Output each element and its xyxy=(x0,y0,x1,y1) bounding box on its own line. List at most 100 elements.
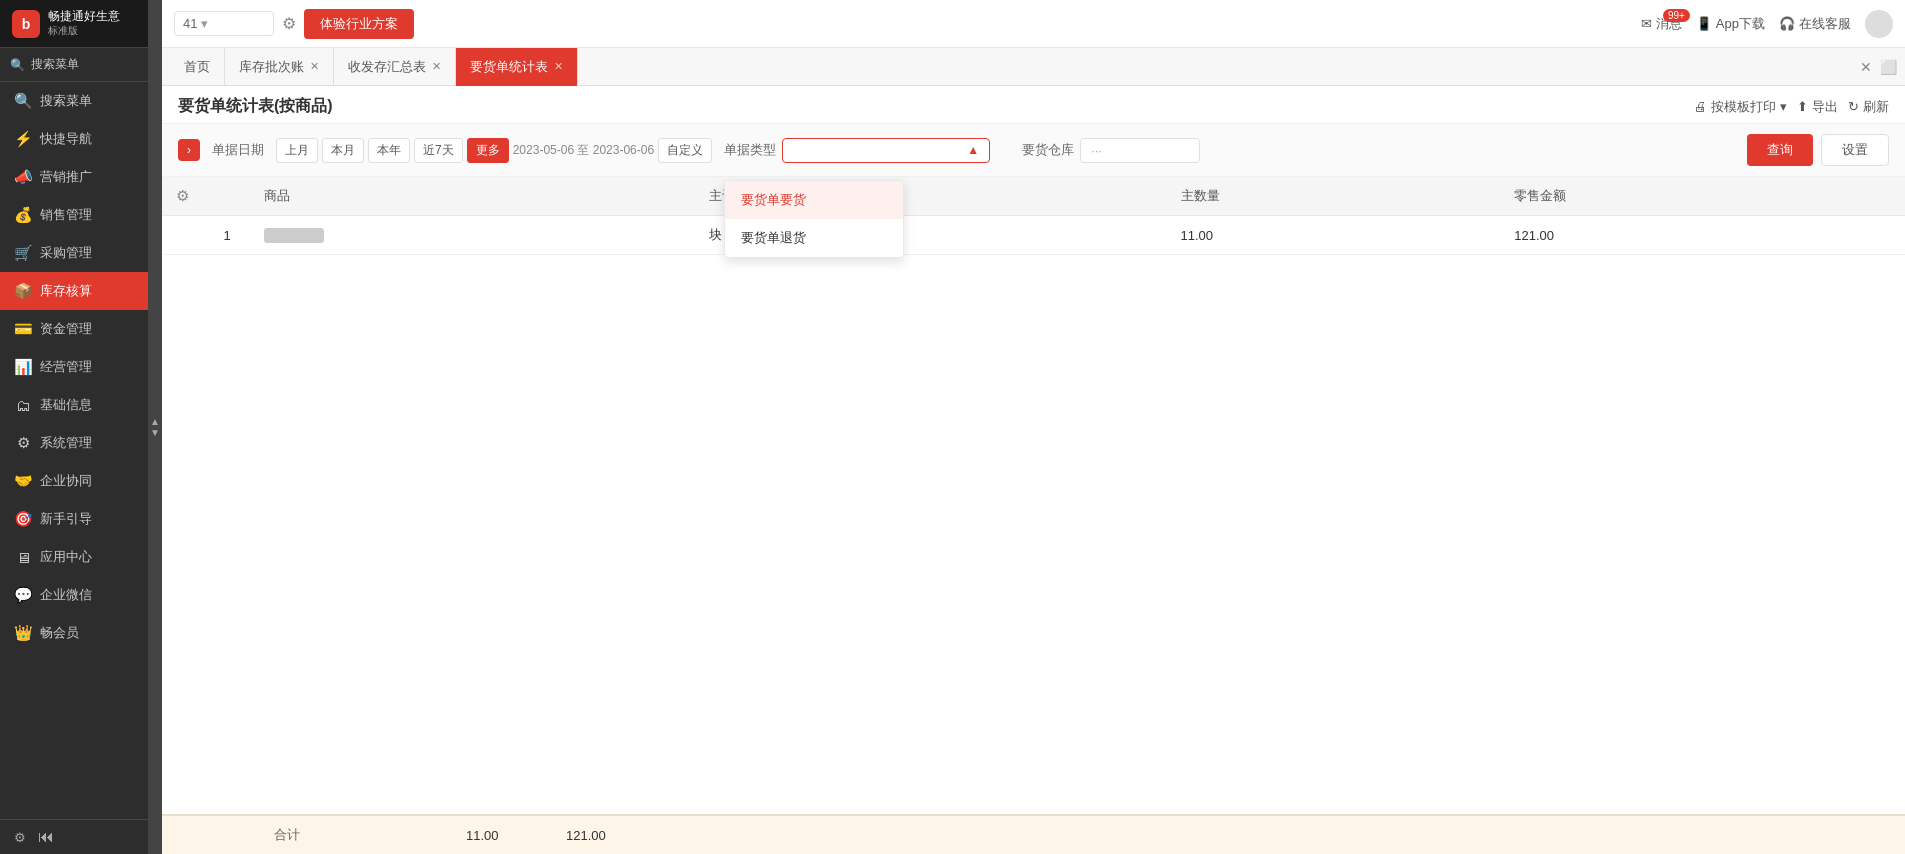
date-custom-button[interactable]: 自定义 xyxy=(658,138,712,163)
table-header-row: ⚙ 商品 主计量单位 主数量 零售金额 xyxy=(162,177,1905,216)
sidebar-item-sales[interactable]: 💰 销售管理 xyxy=(0,196,148,234)
sidebar-item-cooperation[interactable]: 🤝 企业协同 xyxy=(0,462,148,500)
tab-home[interactable]: 首页 xyxy=(170,48,225,86)
date-more-button[interactable]: 更多 xyxy=(467,138,509,163)
warehouse-more-icon[interactable]: ··· xyxy=(1091,143,1102,158)
user-avatar[interactable] xyxy=(1865,10,1893,38)
sidebar-search[interactable]: 🔍 搜索菜单 xyxy=(0,48,148,82)
filter-expand-button[interactable]: › xyxy=(178,139,200,161)
sidebar-item-purchase[interactable]: 🛒 采购管理 xyxy=(0,234,148,272)
date-last-month-button[interactable]: 上月 xyxy=(276,138,318,163)
member-icon: 👑 xyxy=(14,624,32,642)
sidebar: b 畅捷通好生意 标准版 🔍 搜索菜单 🔍 搜索菜单 ⚡ 快捷导航 📣 营销推广… xyxy=(0,0,148,854)
basic-icon: 🗂 xyxy=(14,397,32,414)
refresh-button[interactable]: ↻ 刷新 xyxy=(1848,98,1889,116)
tab-receive-send[interactable]: 收发存汇总表 ✕ xyxy=(334,48,456,86)
cooperation-icon: 🤝 xyxy=(14,472,32,490)
inventory-icon: 📦 xyxy=(14,282,32,300)
collapse-icon[interactable]: ⏮ xyxy=(38,828,54,846)
topbar-gear-icon[interactable]: ⚙ xyxy=(282,14,296,33)
main-area: 41 ▾ ⚙ 体验行业方案 ✉ 消息 99+ 📱 App下载 🎧 在线客服 xyxy=(162,0,1905,854)
page-title: 要货单统计表(按商品) xyxy=(178,96,333,117)
sidebar-item-basic[interactable]: 🗂 基础信息 xyxy=(0,386,148,424)
tab-close-all-icon[interactable]: ✕ xyxy=(1860,59,1872,75)
topbar: 41 ▾ ⚙ 体验行业方案 ✉ 消息 99+ 📱 App下载 🎧 在线客服 xyxy=(162,0,1905,48)
message-icon: ✉ xyxy=(1641,16,1652,31)
operations-icon: 📊 xyxy=(14,358,32,376)
quicknav-icon: ⚡ xyxy=(14,130,32,148)
sidebar-logo: b 畅捷通好生意 标准版 xyxy=(0,0,148,48)
dropdown-item-requisition[interactable]: 要货单要货 xyxy=(725,181,903,219)
sidebar-scroll[interactable]: ▲▼ xyxy=(148,0,162,854)
date-filter-label: 单据日期 xyxy=(212,141,264,159)
tab-batch[interactable]: 库存批次账 ✕ xyxy=(225,48,334,86)
sidebar-item-wechat[interactable]: 💬 企业微信 xyxy=(0,576,148,614)
sidebar-item-guide[interactable]: 🎯 新手引导 xyxy=(0,500,148,538)
sidebar-item-app-center[interactable]: 🖥 应用中心 xyxy=(0,538,148,576)
app-logo-icon: b xyxy=(12,10,40,38)
tab-batch-close[interactable]: ✕ xyxy=(310,60,319,73)
print-button[interactable]: 🖨 按模板打印 ▾ xyxy=(1694,98,1787,116)
sidebar-item-quick-nav[interactable]: ⚡ 快捷导航 xyxy=(0,120,148,158)
topbar-left: 41 ▾ ⚙ 体验行业方案 xyxy=(174,9,1631,39)
warehouse-filter-label: 要货仓库 xyxy=(1022,141,1074,159)
wechat-icon: 💬 xyxy=(14,586,32,604)
search-icon: 🔍 xyxy=(10,58,25,72)
table-header-num xyxy=(202,177,252,216)
query-button[interactable]: 查询 xyxy=(1747,134,1813,166)
industry-plan-button[interactable]: 体验行业方案 xyxy=(304,9,414,39)
topbar-right: ✉ 消息 99+ 📱 App下载 🎧 在线客服 xyxy=(1641,10,1893,38)
type-filter-input[interactable] xyxy=(793,143,961,158)
purchase-icon: 🛒 xyxy=(14,244,32,262)
settings-button[interactable]: 设置 xyxy=(1821,134,1889,166)
refresh-icon: ↻ xyxy=(1848,99,1859,114)
sidebar-item-system[interactable]: ⚙ 系统管理 xyxy=(0,424,148,462)
online-service-button[interactable]: 🎧 在线客服 xyxy=(1779,15,1851,33)
print-chevron-icon: ▾ xyxy=(1780,99,1787,114)
sidebar-nav: 🔍 搜索菜单 ⚡ 快捷导航 📣 营销推广 💰 销售管理 🛒 采购管理 📦 库存核… xyxy=(0,82,148,819)
guide-icon: 🎯 xyxy=(14,510,32,528)
table-area: ⚙ 商品 主计量单位 主数量 零售金额 1 xyxy=(162,177,1905,814)
export-button[interactable]: ⬆ 导出 xyxy=(1797,98,1838,116)
column-settings-icon[interactable]: ⚙ xyxy=(176,187,189,204)
date-7days-button[interactable]: 近7天 xyxy=(414,138,463,163)
date-this-year-button[interactable]: 本年 xyxy=(368,138,410,163)
service-icon: 🎧 xyxy=(1779,16,1795,31)
table-header-settings: ⚙ xyxy=(162,177,202,216)
tab-maximize-icon[interactable]: ⬜ xyxy=(1880,59,1897,75)
sidebar-item-inventory[interactable]: 📦 库存核算 xyxy=(0,272,148,310)
type-filter-label: 单据类型 xyxy=(724,141,776,159)
type-filter-select[interactable]: ▲ xyxy=(782,138,990,163)
footer-label: 合计 xyxy=(174,826,454,844)
marketing-icon: 📣 xyxy=(14,168,32,186)
sidebar-item-finance[interactable]: 💳 资金管理 xyxy=(0,310,148,348)
date-this-month-button[interactable]: 本月 xyxy=(322,138,364,163)
app-download-button[interactable]: 📱 App下载 xyxy=(1696,15,1765,33)
sidebar-item-marketing[interactable]: 📣 营销推广 xyxy=(0,158,148,196)
sidebar-item-member[interactable]: 👑 畅会员 xyxy=(0,614,148,652)
tab-requisition-stats[interactable]: 要货单统计表 ✕ xyxy=(456,48,578,86)
messages-badge: 99+ xyxy=(1663,9,1690,22)
footer-amount: 121.00 xyxy=(554,828,654,843)
tab-receive-send-close[interactable]: ✕ xyxy=(432,60,441,73)
finance-icon: 💳 xyxy=(14,320,32,338)
messages-button[interactable]: ✉ 消息 99+ xyxy=(1641,15,1682,33)
tab-requisition-stats-close[interactable]: ✕ xyxy=(554,60,563,73)
type-chevron-up-icon[interactable]: ▲ xyxy=(967,143,979,157)
sidebar-item-operations[interactable]: 📊 经营管理 xyxy=(0,348,148,386)
row-settings-cell xyxy=(162,216,202,255)
export-icon: ⬆ xyxy=(1797,99,1808,114)
content-area: 要货单统计表(按商品) 🖨 按模板打印 ▾ ⬆ 导出 ↻ 刷新 › xyxy=(162,86,1905,854)
dropdown-item-return[interactable]: 要货单退货 xyxy=(725,219,903,257)
print-icon: 🖨 xyxy=(1694,99,1707,114)
search-icon: 🔍 xyxy=(14,92,32,110)
chevron-down-icon: ▾ xyxy=(201,16,208,31)
row-quantity-cell: 11.00 xyxy=(1169,216,1503,255)
product-name-blurred xyxy=(264,228,324,243)
settings-footer-icon[interactable]: ⚙ xyxy=(14,830,26,845)
appcenter-icon: 🖥 xyxy=(14,549,32,566)
company-selector[interactable]: 41 ▾ xyxy=(174,11,274,36)
sidebar-item-search[interactable]: 🔍 搜索菜单 xyxy=(0,82,148,120)
warehouse-filter-select[interactable]: ··· xyxy=(1080,138,1200,163)
sidebar-footer: ⚙ ⏮ xyxy=(0,819,148,854)
